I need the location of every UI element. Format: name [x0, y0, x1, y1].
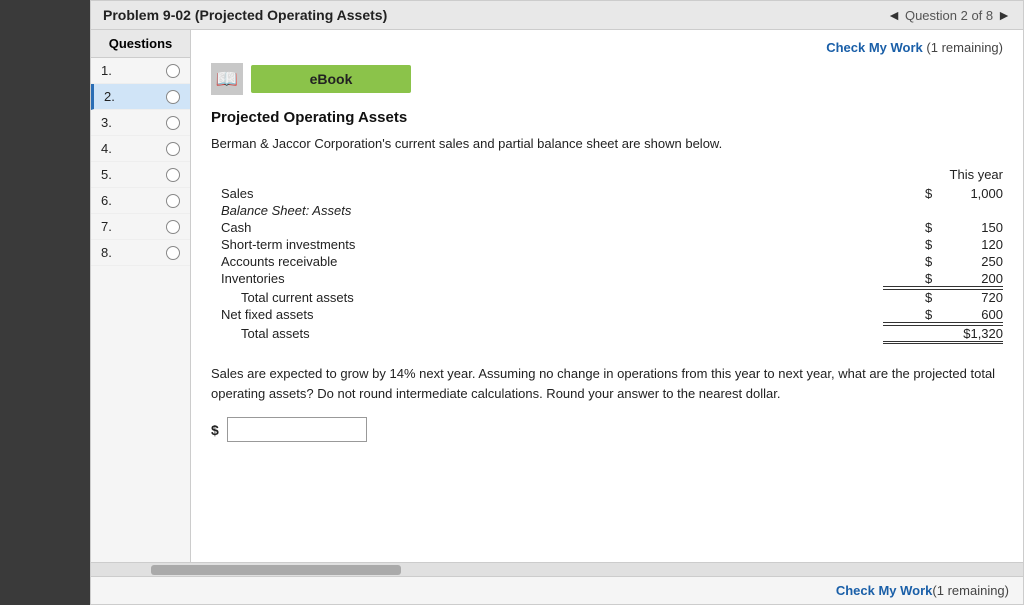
table-row-inv: Inventories $ 200 — [211, 271, 1003, 287]
book-icon: 📖 — [216, 69, 238, 90]
scrollbar-thumb[interactable] — [151, 565, 401, 575]
q-num-6: 6. — [101, 193, 112, 208]
label-sales: Sales — [211, 186, 883, 201]
next-arrow[interactable]: ► — [997, 7, 1011, 23]
label-bs-header: Balance Sheet: Assets — [211, 203, 883, 218]
main-wrapper: Problem 9-02 (Projected Operating Assets… — [90, 0, 1024, 605]
ebook-icon: 📖 — [211, 63, 243, 95]
dollar-cash: $ — [925, 220, 939, 235]
prev-arrow[interactable]: ◄ — [887, 7, 901, 23]
dollar-tca: $ — [925, 290, 939, 305]
question-item-5[interactable]: 5. — [91, 162, 190, 188]
question-item-6[interactable]: 6. — [91, 188, 190, 214]
table-row-cash: Cash $ 150 — [211, 220, 1003, 235]
q-num-3: 3. — [101, 115, 112, 130]
radio-6[interactable] — [166, 194, 180, 208]
value-ar: $ 250 — [883, 254, 1003, 269]
radio-4[interactable] — [166, 142, 180, 156]
left-sidebar — [0, 0, 90, 605]
table-row-nfa: Net fixed assets $ 600 — [211, 307, 1003, 323]
dollar-ar: $ — [925, 254, 939, 269]
value-cash: $ 150 — [883, 220, 1003, 235]
label-cash: Cash — [211, 220, 883, 235]
dollar-sales: $ — [925, 186, 939, 201]
label-tca: Total current assets — [211, 290, 883, 305]
radio-7[interactable] — [166, 220, 180, 234]
amount-ar: 250 — [943, 254, 1003, 269]
table-header-row: This year — [211, 167, 1003, 182]
value-tca: $ 720 — [883, 289, 1003, 305]
question-item-4[interactable]: 4. — [91, 136, 190, 162]
ebook-area: 📖 eBook — [211, 63, 1003, 95]
q-num-4: 4. — [101, 141, 112, 156]
value-inv: $ 200 — [883, 271, 1003, 287]
questions-header: Questions — [91, 30, 190, 58]
dollar-short-term: $ — [925, 237, 939, 252]
q-num-5: 5. — [101, 167, 112, 182]
dollar-inv: $ — [925, 271, 939, 286]
radio-5[interactable] — [166, 168, 180, 182]
answer-input[interactable] — [227, 417, 367, 442]
amount-sales: 1,000 — [943, 186, 1003, 201]
sales-question-text: Sales are expected to grow by 14% next y… — [211, 364, 1003, 403]
questions-panel: Questions 1. 2. 3. 4. 5. 6. — [91, 30, 191, 562]
radio-8[interactable] — [166, 246, 180, 260]
q-num-1: 1. — [101, 63, 112, 78]
q-num-8: 8. — [101, 245, 112, 260]
question-item-8[interactable]: 8. — [91, 240, 190, 266]
check-remaining-top: (1 remaining) — [926, 40, 1003, 55]
radio-2[interactable] — [166, 90, 180, 104]
dollar-nfa: $ — [925, 307, 939, 322]
col-header-this-year: This year — [883, 167, 1003, 182]
label-ar: Accounts receivable — [211, 254, 883, 269]
question-item-1[interactable]: 1. — [91, 58, 190, 84]
question-item-7[interactable]: 7. — [91, 214, 190, 240]
scrollbar-area[interactable] — [91, 562, 1023, 576]
check-remaining-bottom: (1 remaining) — [932, 583, 1009, 598]
problem-title-header: Problem 9-02 (Projected Operating Assets… — [103, 7, 387, 23]
amount-cash: 150 — [943, 220, 1003, 235]
answer-row: $ — [211, 417, 1003, 442]
value-ta: $1,320 — [883, 325, 1003, 344]
problem-description: Berman & Jaccor Corporation's current sa… — [211, 136, 1003, 151]
nav-text: Question 2 of 8 — [905, 8, 993, 23]
ebook-button[interactable]: eBook — [251, 65, 411, 93]
q-num-2: 2. — [104, 89, 115, 104]
question-item-3[interactable]: 3. — [91, 110, 190, 136]
check-work-link-top[interactable]: Check My Work — [826, 40, 923, 55]
table-row-tca: Total current assets $ 720 — [211, 289, 1003, 305]
label-short-term: Short-term investments — [211, 237, 883, 252]
label-inv: Inventories — [211, 271, 883, 286]
content-area: Questions 1. 2. 3. 4. 5. 6. — [91, 30, 1023, 562]
table-row-bs-header: Balance Sheet: Assets — [211, 203, 1003, 218]
table-row-short-term: Short-term investments $ 120 — [211, 237, 1003, 252]
amount-nfa: 600 — [943, 307, 1003, 322]
amount-inv: 200 — [943, 271, 1003, 286]
value-nfa: $ 600 — [883, 307, 1003, 323]
amount-ta: $1,320 — [943, 326, 1003, 341]
header-bar: Problem 9-02 (Projected Operating Assets… — [91, 1, 1023, 30]
label-nfa: Net fixed assets — [211, 307, 883, 322]
radio-1[interactable] — [166, 64, 180, 78]
check-work-top: Check My Work (1 remaining) — [211, 40, 1003, 55]
problem-panel: Check My Work (1 remaining) 📖 eBook Proj… — [191, 30, 1023, 562]
radio-3[interactable] — [166, 116, 180, 130]
q-num-7: 7. — [101, 219, 112, 234]
label-ta: Total assets — [211, 326, 883, 341]
check-work-link-bottom[interactable]: Check My Work — [836, 583, 933, 598]
value-sales: $ 1,000 — [883, 186, 1003, 201]
amount-short-term: 120 — [943, 237, 1003, 252]
amount-tca: 720 — [943, 290, 1003, 305]
table-row-sales: Sales $ 1,000 — [211, 186, 1003, 201]
projected-assets-title: Projected Operating Assets — [211, 109, 1003, 126]
table-row-ar: Accounts receivable $ 250 — [211, 254, 1003, 269]
answer-dollar-label: $ — [211, 422, 219, 438]
bottom-bar: Check My Work (1 remaining) — [91, 576, 1023, 604]
balance-sheet-table: This year Sales $ 1,000 Balance Sheet: A… — [211, 167, 1003, 344]
value-short-term: $ 120 — [883, 237, 1003, 252]
header-nav: ◄ Question 2 of 8 ► — [887, 7, 1011, 23]
question-item-2[interactable]: 2. — [91, 84, 190, 110]
table-row-ta: Total assets $1,320 — [211, 325, 1003, 344]
